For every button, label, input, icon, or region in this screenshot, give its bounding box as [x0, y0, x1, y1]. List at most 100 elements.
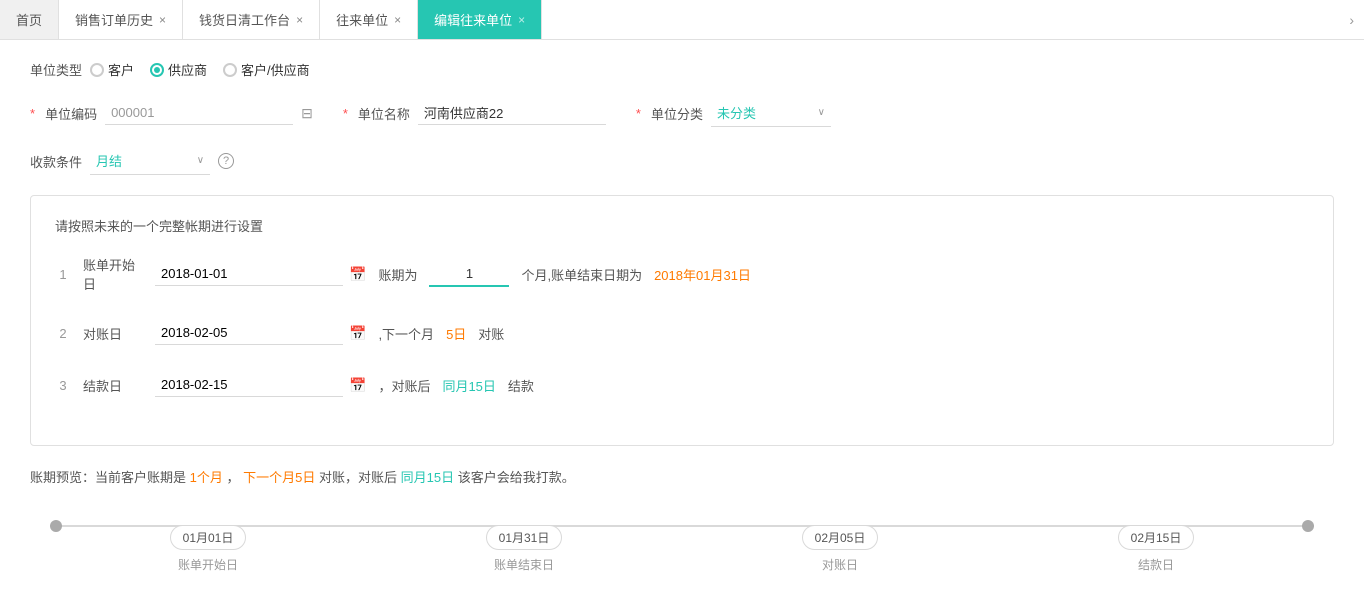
period-end-date-highlight: 2018年01月31日 [654, 265, 751, 284]
calendar-icon-3[interactable]: 📅 [349, 377, 366, 394]
unit-code-required: * [30, 106, 35, 121]
radio-customer[interactable]: 客户 [90, 60, 134, 79]
timeline-point-reconcile: 02月05日 对账日 [682, 513, 998, 573]
period-num-2: 2 [55, 326, 71, 341]
unit-code-input[interactable] [105, 101, 293, 125]
help-icon[interactable]: ? [218, 153, 234, 169]
close-edit-partner-unit[interactable]: × [518, 13, 525, 27]
period-num-3: 3 [55, 378, 71, 393]
copy-icon[interactable]: ⊟ [301, 105, 313, 122]
period-label-1: 账单开始日 [83, 255, 143, 293]
unit-type-label: 单位类型 [30, 60, 82, 79]
date-input-wrap-3: 📅 [155, 373, 366, 397]
calendar-icon-1[interactable]: 📅 [349, 266, 366, 283]
timeline-point-start: 01月01日 账单开始日 [50, 513, 366, 573]
timeline-point-end: 01月31日 账单结束日 [366, 513, 682, 573]
reconcile-day-highlight: 5日 [446, 324, 466, 343]
period-row-1: 1 账单开始日 📅 账期为 个月,账单结束日期为 2018年01月31日 [55, 255, 1309, 293]
period-desc-1a: 账期为 [378, 265, 417, 284]
unit-fields-row: * 单位编码 ⊟ * 单位名称 * 单位分类 未分类 ∨ [30, 99, 1334, 127]
tab-home[interactable]: 首页 [0, 0, 59, 39]
unit-type-radio-group: 客户 供应商 客户/供应商 [90, 60, 310, 79]
tab-sales-order-history[interactable]: 销售订单历史 × [59, 0, 183, 39]
tab-partner-units[interactable]: 往来单位 × [320, 0, 418, 39]
period-desc-2b: 对账 [478, 324, 504, 343]
preview-part1: 1个月 [190, 470, 223, 485]
radio-customer-label: 客户 [108, 60, 134, 79]
preview-sep1: ， [227, 470, 240, 485]
period-num-1: 1 [55, 267, 71, 282]
main-content: 单位类型 客户 供应商 客户/供应商 * 单位编码 [0, 40, 1364, 608]
radio-circle-customer-supplier [223, 63, 237, 77]
close-sales-order-history[interactable]: × [159, 13, 166, 27]
date-input-wrap-1: 📅 [155, 262, 366, 286]
period-label-3: 结款日 [83, 376, 143, 395]
radio-circle-customer [90, 63, 104, 77]
timeline-point-payment: 02月15日 结款日 [998, 513, 1314, 573]
unit-name-input[interactable] [418, 101, 606, 125]
timeline-label-start: 账单开始日 [178, 556, 238, 573]
radio-circle-supplier [150, 63, 164, 77]
radio-customer-supplier[interactable]: 客户/供应商 [223, 60, 310, 79]
period-desc-3b: 结款 [508, 376, 534, 395]
date-input-wrap-2: 📅 [155, 321, 366, 345]
start-date-input[interactable] [155, 262, 343, 286]
close-partner-units[interactable]: × [394, 13, 401, 27]
unit-code-group: * 单位编码 ⊟ [30, 101, 313, 125]
chevron-down-icon: ∨ [818, 107, 825, 118]
unit-category-label: 单位分类 [651, 104, 703, 123]
tab-edit-partner-unit[interactable]: 编辑往来单位 × [418, 0, 542, 39]
calendar-icon-2[interactable]: 📅 [349, 325, 366, 342]
timeline-label-payment: 结款日 [1138, 556, 1174, 573]
unit-type-row: 单位类型 客户 供应商 客户/供应商 [30, 60, 1334, 79]
period-months-input[interactable] [429, 262, 509, 287]
period-desc-3a: ，对账后 [378, 376, 430, 395]
payment-terms-row: 收款条件 月结 ∨ ? [30, 147, 1334, 175]
preview-prefix: 账期预览：当前客户账期是 [30, 470, 186, 485]
tab-cash-goods-workbench[interactable]: 钱货日清工作台 × [183, 0, 320, 39]
unit-category-value: 未分类 [717, 103, 814, 122]
radio-customer-supplier-label: 客户/供应商 [241, 60, 310, 79]
unit-category-required: * [636, 106, 641, 121]
timeline-badge-reconcile: 02月05日 [802, 525, 879, 550]
unit-name-label: 单位名称 [358, 104, 410, 123]
preview-sep2: 对账，对账后 [319, 470, 397, 485]
payment-day-highlight: 同月15日 [442, 376, 495, 395]
period-card: 请按照未来的一个完整帐期进行设置 1 账单开始日 📅 账期为 个月,账单结束日期… [30, 195, 1334, 446]
reconcile-date-input[interactable] [155, 321, 343, 345]
tab-bar: 首页 销售订单历史 × 钱货日清工作台 × 往来单位 × 编辑往来单位 × › [0, 0, 1364, 40]
account-preview: 账期预览：当前客户账期是 1个月 ， 下一个月5日 对账，对账后 同月15日 该… [30, 466, 1334, 489]
period-label-2: 对账日 [83, 324, 143, 343]
payment-terms-label: 收款条件 [30, 152, 82, 171]
period-row-3: 3 结款日 📅 ，对账后 同月15日 结款 [55, 373, 1309, 397]
timeline-badge-start: 01月01日 [170, 525, 247, 550]
timeline-container: 01月01日 账单开始日 01月31日 账单结束日 02月05日 对账日 02月… [30, 513, 1334, 573]
unit-category-group: * 单位分类 未分类 ∨ [636, 99, 831, 127]
close-cash-goods-workbench[interactable]: × [296, 13, 303, 27]
radio-supplier-label: 供应商 [168, 60, 207, 79]
tab-scroll-arrow[interactable]: › [1339, 12, 1364, 28]
payment-terms-value: 月结 [96, 151, 193, 170]
payment-terms-group: 收款条件 月结 ∨ ? [30, 147, 234, 175]
unit-category-select[interactable]: 未分类 ∨ [711, 99, 831, 127]
unit-name-group: * 单位名称 [343, 101, 606, 125]
period-row-2: 2 对账日 📅 ,下一个月 5日 对账 [55, 321, 1309, 345]
unit-type-group: 单位类型 客户 供应商 客户/供应商 [30, 60, 310, 79]
timeline-wrap: 01月01日 账单开始日 01月31日 账单结束日 02月05日 对账日 02月… [30, 513, 1334, 573]
preview-part3: 同月15日 [401, 470, 454, 485]
timeline-label-end: 账单结束日 [494, 556, 554, 573]
period-desc-2a: ,下一个月 [378, 324, 434, 343]
timeline-badge-payment: 02月15日 [1118, 525, 1195, 550]
preview-part2: 下一个月5日 [243, 470, 315, 485]
period-card-title: 请按照未来的一个完整帐期进行设置 [55, 216, 1309, 235]
payment-date-input[interactable] [155, 373, 343, 397]
radio-supplier[interactable]: 供应商 [150, 60, 207, 79]
preview-suffix: 该客户会给我打款。 [458, 470, 575, 485]
timeline-label-reconcile: 对账日 [822, 556, 858, 573]
chevron-down-icon-payment: ∨ [197, 155, 204, 166]
unit-name-required: * [343, 106, 348, 121]
payment-terms-select[interactable]: 月结 ∨ [90, 147, 210, 175]
period-desc-1b: 个月,账单结束日期为 [521, 265, 642, 284]
timeline-badge-end: 01月31日 [486, 525, 563, 550]
unit-code-label: 单位编码 [45, 104, 97, 123]
